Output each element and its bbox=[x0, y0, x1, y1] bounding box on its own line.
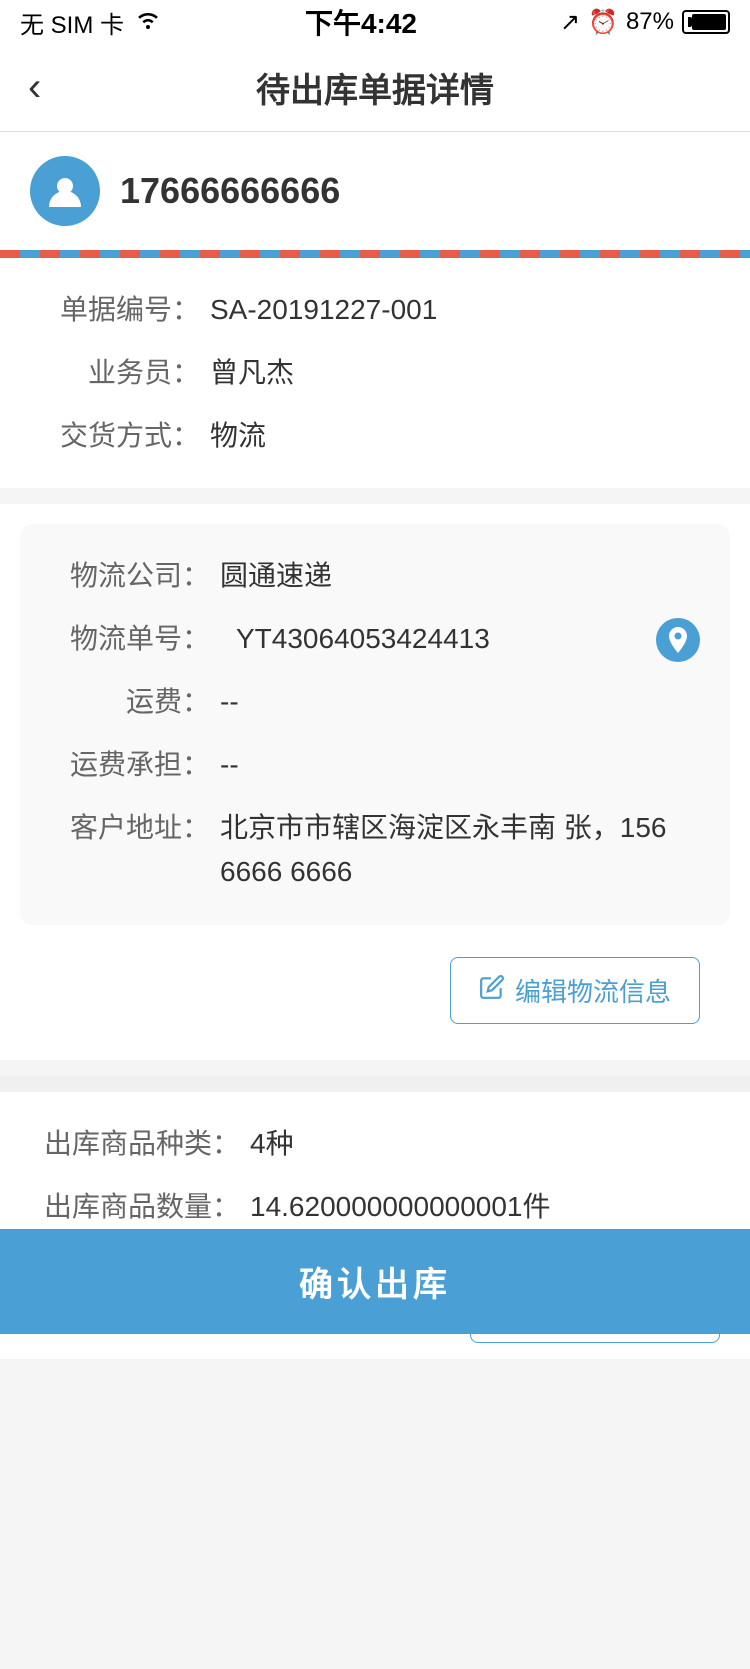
page-title: 待出库单据详情 bbox=[256, 63, 494, 112]
salesman-label: 业务员： bbox=[40, 351, 200, 396]
edit-logistics-label: 编辑物流信息 bbox=[515, 972, 671, 1009]
order-info-section: 单据编号： SA-20191227-001 业务员： 曾凡杰 交货方式： 物流 bbox=[0, 258, 750, 488]
goods-type-row: 出库商品种类： 4种 bbox=[40, 1122, 710, 1167]
address-row: 客户地址： 北京市市辖区海淀区永丰南 张，156 6666 6666 bbox=[50, 806, 700, 896]
gray-separator bbox=[0, 1076, 750, 1092]
confirm-btn-area: 确认出库 bbox=[0, 1229, 750, 1334]
salesman-value: 曾凡杰 bbox=[200, 351, 710, 396]
battery-text: 87% bbox=[626, 8, 674, 36]
status-right: ↗ ⏰ 87% bbox=[560, 8, 730, 37]
address-label: 客户地址： bbox=[50, 806, 210, 851]
goods-type-value: 4种 bbox=[240, 1122, 710, 1167]
address-value: 北京市市辖区海淀区永丰南 张，156 6666 6666 bbox=[210, 806, 700, 896]
tracking-value: YT43064053424413 bbox=[226, 617, 640, 662]
status-time: 下午4:42 bbox=[305, 2, 417, 42]
location-icon: ↗ bbox=[560, 8, 580, 37]
alarm-icon: ⏰ bbox=[588, 8, 618, 37]
tracking-row: 物流单号： YT43064053424413 bbox=[50, 617, 700, 662]
customer-phone: 17666666666 bbox=[120, 170, 340, 212]
nav-bar: ‹ 待出库单据详情 bbox=[0, 44, 750, 132]
doc-number-value: SA-20191227-001 bbox=[200, 288, 710, 333]
freight-bear-label: 运费承担： bbox=[50, 743, 210, 788]
edit-logistics-button[interactable]: 编辑物流信息 bbox=[450, 957, 700, 1024]
doc-number-row: 单据编号： SA-20191227-001 bbox=[40, 288, 710, 333]
customer-header: 17666666666 bbox=[0, 132, 750, 250]
freight-value: -- bbox=[210, 680, 700, 725]
bottom-spacer bbox=[0, 1359, 750, 1559]
goods-quantity-value: 14.620000000000001件 bbox=[240, 1185, 710, 1230]
goods-type-label: 出库商品种类： bbox=[40, 1122, 240, 1167]
back-button[interactable]: ‹ bbox=[28, 65, 41, 110]
freight-bear-row: 运费承担： -- bbox=[50, 743, 700, 788]
dashed-divider bbox=[0, 250, 750, 258]
logistics-box: 物流公司： 圆通速递 物流单号： YT43064053424413 运费： --… bbox=[20, 524, 730, 925]
freight-bear-value: -- bbox=[210, 743, 700, 788]
carrier-text: 无 SIM 卡 bbox=[20, 5, 124, 40]
logistics-company-label: 物流公司： bbox=[50, 554, 210, 599]
status-bar: 无 SIM 卡 下午4:42 ↗ ⏰ 87% bbox=[0, 0, 750, 44]
status-left: 无 SIM 卡 bbox=[20, 5, 162, 40]
delivery-value: 物流 bbox=[200, 414, 710, 459]
logistics-company-row: 物流公司： 圆通速递 bbox=[50, 554, 700, 599]
salesman-row: 业务员： 曾凡杰 bbox=[40, 351, 710, 396]
delivery-row: 交货方式： 物流 bbox=[40, 414, 710, 459]
freight-label: 运费： bbox=[50, 680, 210, 725]
battery-icon bbox=[682, 10, 730, 34]
freight-row: 运费： -- bbox=[50, 680, 700, 725]
logistics-section: 物流公司： 圆通速递 物流单号： YT43064053424413 运费： --… bbox=[0, 504, 750, 1060]
goods-quantity-row: 出库商品数量： 14.620000000000001件 bbox=[40, 1185, 710, 1230]
confirm-outbound-button[interactable]: 确认出库 bbox=[0, 1257, 750, 1306]
location-icon[interactable] bbox=[656, 618, 700, 662]
tracking-label: 物流单号： bbox=[50, 617, 210, 662]
doc-number-label: 单据编号： bbox=[40, 288, 200, 333]
delivery-label: 交货方式： bbox=[40, 414, 200, 459]
wifi-icon bbox=[134, 8, 162, 36]
goods-quantity-label: 出库商品数量： bbox=[40, 1185, 240, 1230]
edit-icon bbox=[479, 974, 505, 1007]
avatar bbox=[30, 156, 100, 226]
edit-button-row: 编辑物流信息 bbox=[20, 941, 730, 1040]
logistics-company-value: 圆通速递 bbox=[210, 554, 700, 599]
